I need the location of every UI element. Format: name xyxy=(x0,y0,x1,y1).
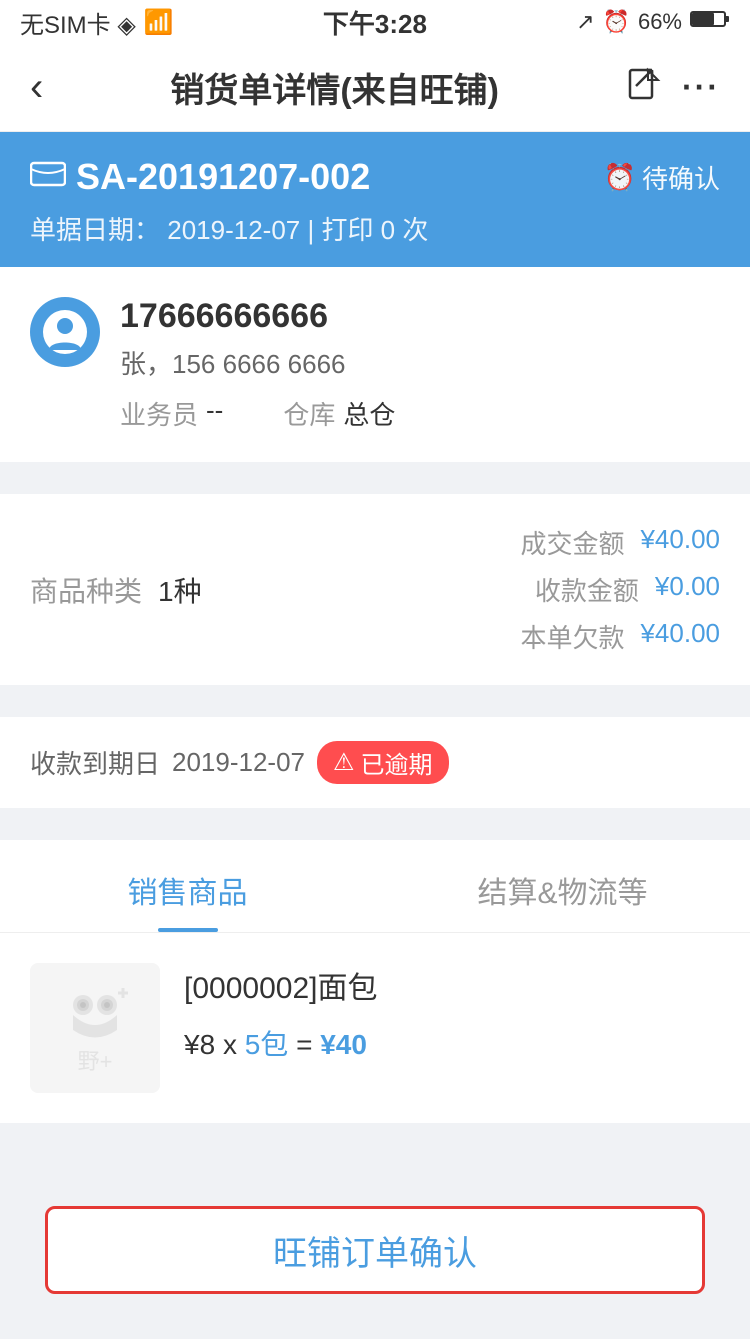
order-status: ⏰ 待确认 xyxy=(604,159,720,196)
price-unit: ¥8 xyxy=(184,1029,215,1060)
page-title: 销货单详情(来自旺铺) xyxy=(170,63,499,112)
order-id: SA-20191207-002 xyxy=(30,156,370,198)
warehouse-label: 仓库 xyxy=(283,395,335,432)
receipt-amount-row: 收款金额 ¥0.00 xyxy=(535,571,720,608)
due-date: 2019-12-07 xyxy=(172,747,305,778)
customer-name: 张，156 6666 6666 xyxy=(120,344,720,381)
salesperson-label: 业务员 xyxy=(120,395,198,432)
salesperson-item: 业务员 -- xyxy=(120,395,223,432)
status-time: 下午3:28 xyxy=(323,4,427,41)
balance-row: 本单欠款 ¥40.00 xyxy=(520,618,720,655)
status-clock-icon: ⏰ xyxy=(604,162,636,193)
equals-sign: = xyxy=(296,1029,320,1060)
product-type-stat: 商品种类 1种 xyxy=(30,524,520,655)
thumb-text: 野+ xyxy=(78,1044,113,1076)
product-item: 野+ [0000002]面包 ¥8 x 5包 = ¥40 xyxy=(0,933,750,1123)
balance-label: 本单欠款 xyxy=(520,618,624,655)
multiply-sign: x xyxy=(223,1029,245,1060)
status-carrier: 无SIM卡 ◈ 📶 xyxy=(20,5,174,40)
confirm-button[interactable]: 旺铺订单确认 xyxy=(45,1206,705,1294)
product-total: ¥40 xyxy=(320,1029,367,1060)
location-icon: ↗ xyxy=(576,9,594,35)
divider-2 xyxy=(0,701,750,717)
balance-amount: ¥40.00 xyxy=(640,618,720,655)
product-type-label: 商品种类 xyxy=(30,570,142,610)
product-name: [0000002]面包 xyxy=(184,963,720,1007)
transaction-amount-row: 成交金额 ¥40.00 xyxy=(520,524,720,561)
order-header: SA-20191207-002 ⏰ 待确认 单据日期： 2019-12-07 |… xyxy=(0,132,750,267)
status-icons: ↗ ⏰ 66% xyxy=(576,9,730,35)
product-details: [0000002]面包 ¥8 x 5包 = ¥40 xyxy=(184,963,720,1063)
customer-meta: 业务员 -- 仓库 总仓 xyxy=(120,395,720,432)
product-price: ¥8 x 5包 = ¥40 xyxy=(184,1023,720,1063)
thumb-logo: 野+ xyxy=(55,980,135,1076)
due-label: 收款到期日 xyxy=(30,744,160,781)
status-bar: 无SIM卡 ◈ 📶 下午3:28 ↗ ⏰ 66% xyxy=(0,0,750,44)
salesperson-value: -- xyxy=(206,395,223,432)
carrier-text: 无SIM卡 ◈ xyxy=(20,5,136,40)
warehouse-item: 仓库 总仓 xyxy=(283,395,395,432)
back-button[interactable]: ‹ xyxy=(30,65,43,110)
nav-bar: ‹ 销货单详情(来自旺铺) ··· xyxy=(0,44,750,132)
product-type-value: 1种 xyxy=(158,570,202,610)
avatar-icon xyxy=(43,310,87,354)
divider-3 xyxy=(0,824,750,840)
product-thumbnail: 野+ xyxy=(30,963,160,1093)
battery-text: 66% xyxy=(638,9,682,35)
warehouse-value: 总仓 xyxy=(343,395,395,432)
nav-actions: ··· xyxy=(626,66,720,110)
transaction-label: 成交金额 xyxy=(520,524,624,561)
export-icon[interactable] xyxy=(626,66,662,110)
stats-section: 商品种类 1种 成交金额 ¥40.00 收款金额 ¥0.00 本单欠款 ¥40.… xyxy=(0,494,750,685)
due-section: 收款到期日 2019-12-07 ⚠ 已逾期 xyxy=(0,717,750,808)
divider-1 xyxy=(0,478,750,494)
transaction-amount: ¥40.00 xyxy=(640,524,720,561)
more-icon[interactable]: ··· xyxy=(682,69,720,106)
wifi-icon: 📶 xyxy=(144,8,174,37)
customer-section: 17666666666 张，156 6666 6666 业务员 -- 仓库 总仓 xyxy=(0,267,750,462)
receipt-label: 收款金额 xyxy=(535,571,639,608)
product-section: 野+ [0000002]面包 ¥8 x 5包 = ¥40 xyxy=(0,933,750,1123)
product-qty: 5包 xyxy=(245,1029,289,1060)
customer-phone: 17666666666 xyxy=(120,297,720,336)
tabs-section: 销售商品 结算&物流等 xyxy=(0,840,750,933)
overdue-warning-icon: ⚠ xyxy=(333,748,355,777)
overdue-badge: ⚠ 已逾期 xyxy=(317,741,449,784)
tab-sales[interactable]: 销售商品 xyxy=(0,840,375,932)
overdue-text: 已逾期 xyxy=(361,745,433,780)
confirm-button-wrapper: 旺铺订单确认 xyxy=(0,1206,750,1294)
tab-settlement[interactable]: 结算&物流等 xyxy=(375,840,750,932)
amount-stats: 成交金额 ¥40.00 收款金额 ¥0.00 本单欠款 ¥40.00 xyxy=(520,524,720,655)
order-id-icon xyxy=(30,159,66,195)
alarm-icon: ⏰ xyxy=(603,9,630,35)
battery-icon xyxy=(690,9,730,35)
avatar xyxy=(30,297,100,367)
receipt-amount: ¥0.00 xyxy=(655,571,720,608)
order-date: 单据日期： 2019-12-07 | 打印 0 次 xyxy=(30,210,720,247)
customer-info: 17666666666 张，156 6666 6666 业务员 -- 仓库 总仓 xyxy=(120,297,720,432)
